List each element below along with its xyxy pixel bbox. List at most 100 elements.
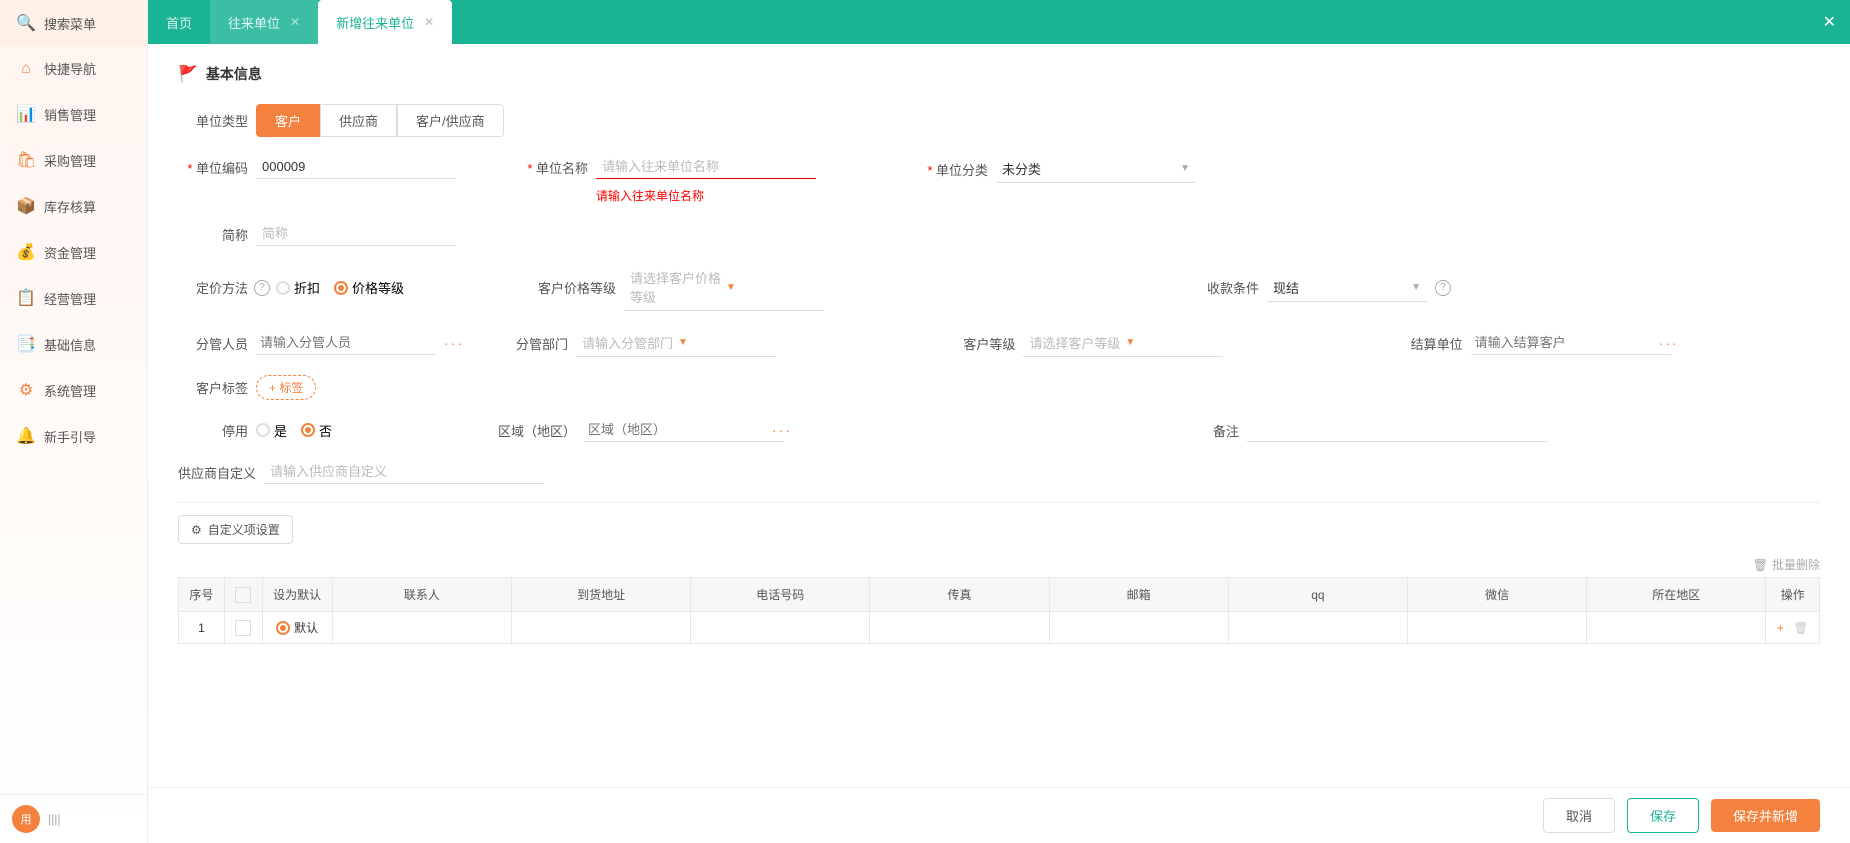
cancel-button[interactable]: 取消 — [1543, 798, 1615, 833]
pricing-help-icon[interactable]: ? — [254, 280, 270, 296]
cell-wechat[interactable] — [1407, 612, 1586, 644]
name-input[interactable] — [596, 155, 816, 179]
cell-contact[interactable] — [332, 612, 511, 644]
add-tag-button[interactable]: + 标签 — [256, 375, 316, 400]
pricing-method-field: 定价方法 ? 折扣 价格等级 — [178, 278, 518, 297]
supplier-custom-input[interactable] — [264, 460, 544, 484]
del-row-btn[interactable]: 🗑 — [1793, 621, 1808, 635]
sidebar-bottom-bar: |||| — [48, 812, 60, 826]
cell-address[interactable] — [511, 612, 690, 644]
remark-input[interactable] — [1247, 418, 1547, 442]
radio-discount-circle — [276, 281, 290, 295]
phone-input[interactable] — [709, 621, 851, 635]
custom-settings-button[interactable]: ⚙ 自定义项设置 — [178, 515, 293, 544]
manager-more-btn[interactable]: ··· — [444, 335, 464, 351]
radio-price-level-circle — [334, 281, 348, 295]
cpl-select[interactable]: 请选择客户价格等级 ▼ — [624, 264, 824, 311]
area-input[interactable] — [1605, 621, 1747, 635]
save-button[interactable]: 保存 — [1627, 798, 1699, 833]
pricing-row: 定价方法 ? 折扣 价格等级 客户价格等级 请选择客户价格等级 — [178, 264, 1820, 311]
radio-yes-circle — [256, 423, 270, 437]
settlement-more-btn[interactable]: ··· — [1659, 335, 1679, 351]
unit-btn-both[interactable]: 客户/供应商 — [397, 104, 504, 137]
sidebar-item-operations[interactable]: 📋 经营管理 — [0, 275, 147, 321]
cell-seq: 1 — [179, 612, 225, 644]
contact-input[interactable] — [351, 621, 493, 635]
cell-phone[interactable] — [691, 612, 870, 644]
sidebar-item-purchase[interactable]: 🛍 采购管理 — [0, 137, 147, 183]
tags-field: 客户标签 + 标签 — [178, 375, 1820, 400]
pt-select[interactable]: 现结 ▼ — [1267, 274, 1427, 302]
manager-label: 分管人员 — [178, 334, 248, 353]
cell-area[interactable] — [1587, 612, 1766, 644]
radio-yes[interactable]: 是 — [256, 421, 287, 440]
email-input[interactable] — [1067, 621, 1209, 635]
sidebar-item-guide[interactable]: 🔔 新手引导 — [0, 413, 147, 459]
base-info-icon: 📑 — [16, 334, 36, 354]
table-row: 1 默认 — [179, 612, 1820, 644]
tags-label: 客户标签 — [178, 378, 248, 397]
tab-close-icon[interactable]: ✕ — [290, 15, 300, 29]
default-radio[interactable]: 默认 — [273, 619, 322, 636]
sidebar-item-sales[interactable]: 📊 销售管理 — [0, 91, 147, 137]
tab-transaction-units[interactable]: 往来单位 ✕ — [210, 0, 318, 44]
tab-new-close-icon[interactable]: ✕ — [424, 15, 434, 29]
close-all-button[interactable]: ✕ — [1809, 12, 1850, 32]
unit-btn-supplier[interactable]: 供应商 — [320, 104, 397, 137]
dept-select[interactable]: 请输入分管部门 ▼ — [576, 329, 776, 357]
disabled-field: 停用 是 否 — [178, 421, 478, 440]
add-row-btn[interactable]: + — [1777, 621, 1784, 635]
cell-qq[interactable] — [1228, 612, 1407, 644]
sidebar-label-purchase: 采购管理 — [44, 151, 96, 170]
unit-btn-customer[interactable]: 客户 — [256, 104, 320, 137]
col-wechat: 微信 — [1407, 578, 1586, 612]
inventory-icon: 📦 — [16, 196, 36, 216]
cell-email[interactable] — [1049, 612, 1228, 644]
qq-input[interactable] — [1247, 621, 1389, 635]
radio-discount[interactable]: 折扣 — [276, 278, 320, 297]
radio-price-level[interactable]: 价格等级 — [334, 278, 404, 297]
code-input[interactable] — [256, 155, 456, 179]
radio-no[interactable]: 否 — [301, 421, 332, 440]
col-email: 邮箱 — [1049, 578, 1228, 612]
category-select[interactable]: 未分类 ▼ — [996, 155, 1196, 183]
sidebar-label-guide: 新手引导 — [44, 427, 96, 446]
address-input[interactable] — [530, 621, 672, 635]
batch-delete-label[interactable]: 批量删除 — [1772, 556, 1820, 573]
pt-value: 现结 — [1273, 278, 1407, 297]
header-checkbox[interactable] — [235, 587, 251, 603]
row-checkbox[interactable] — [235, 620, 251, 636]
tab-home[interactable]: 首页 — [148, 0, 210, 44]
sidebar-item-quick-nav[interactable]: ⌂ 快捷导航 — [0, 46, 147, 91]
region-more-btn[interactable]: ··· — [772, 422, 792, 438]
sidebar-item-search[interactable]: 🔍 搜索菜单 — [0, 0, 147, 46]
supplier-custom-field: 供应商自定义 — [178, 460, 1820, 484]
wechat-input[interactable] — [1426, 621, 1568, 635]
tab-new-unit[interactable]: 新增往来单位 ✕ — [318, 0, 452, 44]
sidebar-label-search: 搜索菜单 — [44, 14, 96, 33]
settlement-input[interactable] — [1471, 331, 1655, 354]
sidebar-item-finance[interactable]: 💰 资金管理 — [0, 229, 147, 275]
code-label: 单位编码 — [178, 158, 248, 177]
unit-type-group: 客户 供应商 客户/供应商 — [256, 104, 504, 137]
sidebar-item-base-info[interactable]: 📑 基础信息 — [0, 321, 147, 367]
tags-row: 客户标签 + 标签 — [178, 375, 1820, 400]
sidebar-label-system: 系统管理 — [44, 381, 96, 400]
settlement-input-wrap: ··· — [1471, 331, 1671, 355]
cpl-placeholder: 请选择客户价格等级 — [630, 268, 722, 306]
radio-no-circle — [301, 423, 315, 437]
operations-icon: 📋 — [16, 288, 36, 308]
sidebar-item-system[interactable]: ⚙ 系统管理 — [0, 367, 147, 413]
save-new-button[interactable]: 保存并新增 — [1711, 799, 1820, 832]
table-header-row: 序号 设为默认 联系人 到货地址 电话号码 传真 邮箱 qq 微信 所在地区 操… — [179, 578, 1820, 612]
cl-select[interactable]: 请选择客户等级 ▼ — [1023, 329, 1223, 357]
region-input[interactable] — [584, 418, 768, 441]
sidebar-item-inventory[interactable]: 📦 库存核算 — [0, 183, 147, 229]
bottom-bar: 取消 保存 保存并新增 — [148, 787, 1850, 843]
cell-fax[interactable] — [870, 612, 1049, 644]
name-field: 单位名称 请输入往来单位名称 — [518, 155, 898, 204]
pt-help-icon[interactable]: ? — [1435, 280, 1451, 296]
fax-input[interactable] — [888, 621, 1030, 635]
manager-input[interactable] — [256, 331, 440, 354]
short-name-input[interactable] — [256, 222, 456, 246]
